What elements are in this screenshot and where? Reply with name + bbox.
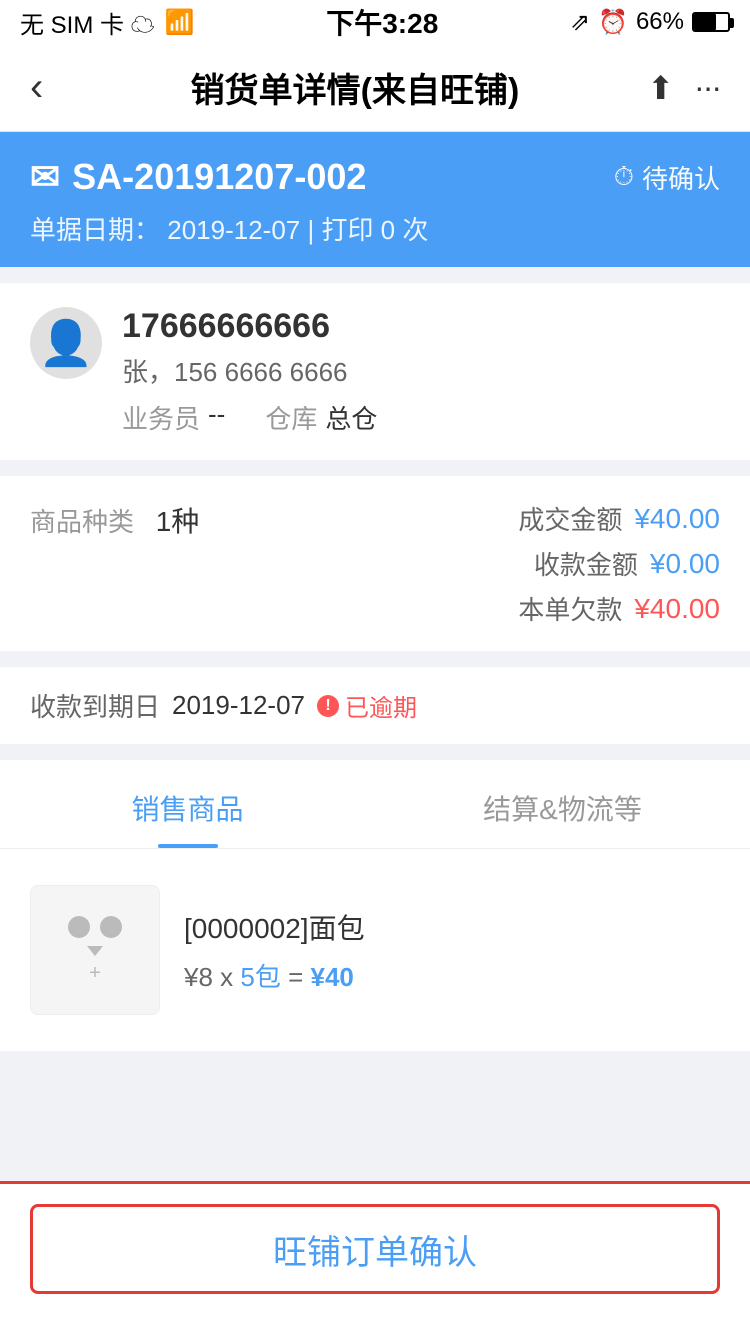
customer-name: 张，156 6666 6666	[122, 352, 720, 389]
customer-section: 👤 17666666666 张，156 6666 6666 业务员 -- 仓库 …	[0, 283, 750, 460]
price-total: ¥40	[311, 962, 354, 992]
alarm-icon: ⏰	[598, 8, 628, 37]
sales-meta: 业务员 --	[122, 399, 225, 436]
due-date-section: 收款到期日 2019-12-07 ! 已逾期	[0, 667, 750, 744]
header-card: ✉ SA-20191207-002 ⏱ 待确认 单据日期： 2019-12-07…	[0, 132, 750, 267]
price-equals: =	[288, 962, 310, 992]
sales-label: 业务员	[122, 399, 200, 436]
nav-actions: ⬆ ···	[620, 69, 720, 107]
due-date-value: 2019-12-07	[172, 690, 305, 721]
avatar-icon: 👤	[39, 317, 94, 369]
owl-eyes	[68, 916, 122, 938]
due-date-label: 收款到期日	[30, 687, 160, 724]
received-amount-value: ¥0.00	[650, 548, 720, 580]
received-amount-row: 收款金额 ¥0.00	[534, 545, 720, 582]
tab-sales[interactable]: 销售商品	[0, 760, 375, 848]
transaction-amount-value: ¥40.00	[634, 503, 720, 535]
status-time: 下午3:28	[326, 2, 438, 42]
owed-amount-value: ¥40.00	[634, 593, 720, 625]
status-clock-icon: ⏱	[614, 161, 634, 193]
back-button[interactable]: ‹	[30, 65, 90, 110]
page-title: 销货单详情(来自旺铺)	[90, 63, 620, 112]
overdue-badge: ! 已逾期	[317, 688, 417, 723]
product-price: ¥8 x 5包 = ¥40	[184, 957, 720, 994]
sales-value: --	[208, 399, 225, 436]
share-icon[interactable]: ⬆	[647, 69, 674, 107]
owl-beak	[87, 946, 103, 956]
customer-phone: 17666666666	[122, 307, 720, 346]
sim-status: 无 SIM 卡 ☁	[20, 5, 155, 40]
tabs-header: 销售商品 结算&物流等	[0, 760, 750, 849]
nav-bar: ‹ 销货单详情(来自旺铺) ⬆ ···	[0, 44, 750, 132]
owl-eye-right	[100, 916, 122, 938]
order-icon: ✉	[30, 156, 60, 198]
status-left: 无 SIM 卡 ☁ 📶	[20, 5, 195, 40]
status-bar: 无 SIM 卡 ☁ 📶 下午3:28 ⇗ ⏰ 66%	[0, 0, 750, 44]
owl-plus: +	[89, 962, 101, 985]
product-logo: +	[68, 916, 122, 985]
tabs-section: 销售商品 结算&物流等 + [0000002]面包 ¥8 x	[0, 760, 750, 1051]
wifi-icon: 📶	[165, 8, 195, 37]
owed-amount-row: 本单欠款 ¥40.00	[518, 590, 720, 627]
confirm-button[interactable]: 旺铺订单确认	[30, 1204, 720, 1294]
price-unit: ¥8	[184, 962, 213, 992]
bottom-bar: 旺铺订单确认	[0, 1181, 750, 1334]
product-list: + [0000002]面包 ¥8 x 5包 = ¥40	[0, 849, 750, 1051]
order-id: ✉ SA-20191207-002	[30, 156, 366, 198]
price-multiply: x	[220, 962, 240, 992]
order-date-info: 单据日期： 2019-12-07 | 打印 0 次	[30, 210, 720, 247]
product-type-label: 商品种类	[30, 507, 134, 537]
overdue-text: 已逾期	[345, 688, 417, 723]
warehouse-label: 仓库	[265, 399, 317, 436]
price-qty: 5包	[240, 962, 280, 992]
status-badge: ⏱ 待确认	[614, 159, 720, 196]
product-info: [0000002]面包 ¥8 x 5包 = ¥40	[184, 907, 720, 994]
tab-settlement[interactable]: 结算&物流等	[375, 760, 750, 848]
received-amount-label: 收款金额	[534, 545, 638, 582]
product-type-info: 商品种类 1种	[30, 500, 199, 540]
status-right: ⇗ ⏰ 66%	[570, 8, 730, 37]
owed-amount-label: 本单欠款	[518, 590, 622, 627]
more-icon[interactable]: ···	[694, 69, 720, 106]
customer-meta: 业务员 -- 仓库 总仓	[122, 399, 720, 436]
customer-details: 17666666666 张，156 6666 6666 业务员 -- 仓库 总仓	[122, 307, 720, 436]
amount-summary: 成交金额 ¥40.00 收款金额 ¥0.00 本单欠款 ¥40.00	[518, 500, 720, 627]
product-type-value: 1种	[156, 506, 200, 537]
summary-section: 商品种类 1种 成交金额 ¥40.00 收款金额 ¥0.00 本单欠款 ¥40.…	[0, 476, 750, 651]
owl-eye-left	[68, 916, 90, 938]
battery-percent: 66%	[636, 8, 684, 36]
product-thumbnail: +	[30, 885, 160, 1015]
avatar: 👤	[30, 307, 102, 379]
warehouse-meta: 仓库 总仓	[265, 399, 377, 436]
transaction-amount-row: 成交金额 ¥40.00	[518, 500, 720, 537]
warehouse-value: 总仓	[325, 399, 377, 436]
product-name: [0000002]面包	[184, 907, 720, 947]
table-row: + [0000002]面包 ¥8 x 5包 = ¥40	[30, 869, 720, 1031]
overdue-icon: !	[317, 695, 339, 717]
battery-icon	[692, 12, 730, 32]
transaction-amount-label: 成交金额	[518, 500, 622, 537]
location-icon: ⇗	[570, 8, 590, 37]
